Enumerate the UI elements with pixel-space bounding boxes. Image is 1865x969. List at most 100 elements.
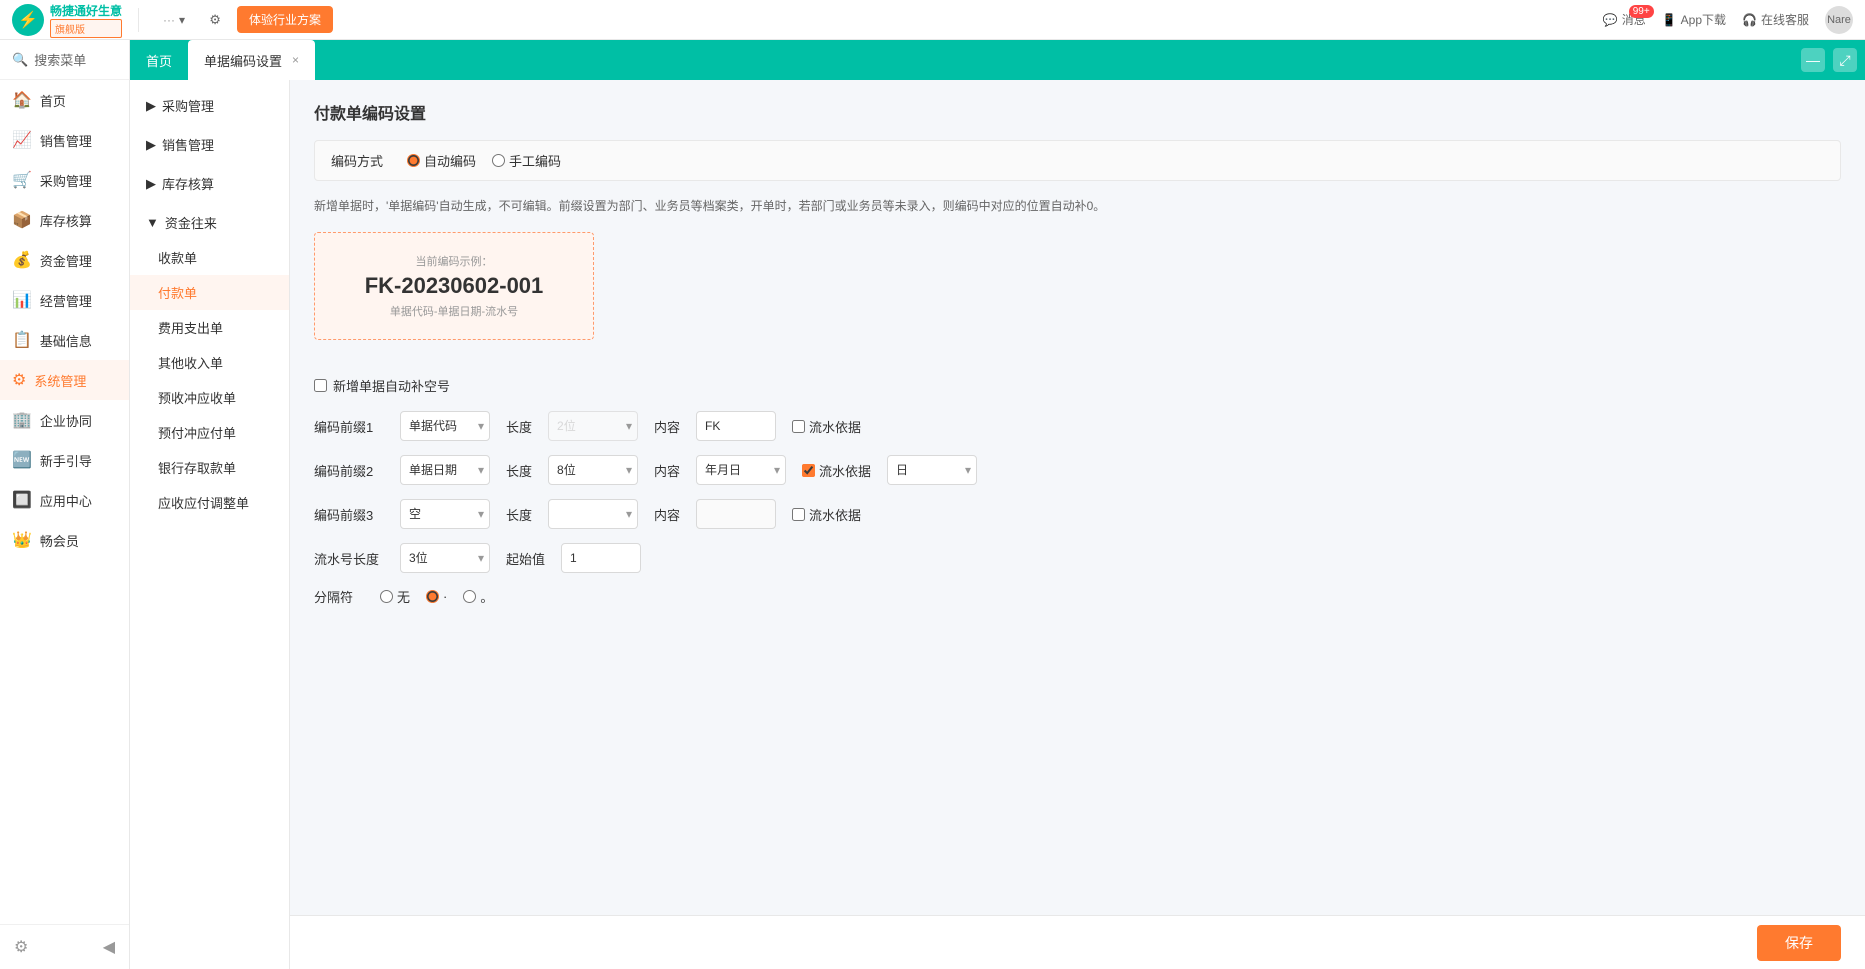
prefix3-serial-label[interactable]: 流水依据 [792,505,861,524]
messages-button[interactable]: 💬 消息 99+ [1603,11,1646,28]
prefix2-row: 编码前缀2 单据代码 单据日期 空 长度 4位 [314,455,1841,485]
sidebar-settings-icon[interactable]: ⚙ [8,933,34,961]
prefix2-select-wrapper[interactable]: 单据代码 单据日期 空 [400,455,490,485]
tab-maximize-button[interactable]: ⤢ [1833,48,1857,72]
sidebar-item-member[interactable]: 👑 畅会员 [0,520,129,560]
auto-encode-option[interactable]: 自动编码 [407,151,476,170]
prefix3-content-input[interactable] [696,499,776,529]
sidebar-collapse-icon[interactable]: ◀ [97,933,121,961]
nav-item-other-income[interactable]: 其他收入单 [130,345,289,380]
prefix2-serial-label[interactable]: 流水依据 [802,461,871,480]
prefix2-content-label: 内容 [654,461,680,480]
sidebar-item-enterprise[interactable]: 🏢 企业协同 [0,400,129,440]
serial-length-label: 流水号长度 [314,549,384,568]
prefix2-content-select-wrapper[interactable]: 年 年月 年月日 [696,455,786,485]
prefix1-serial-checkbox[interactable] [792,420,805,433]
prefix1-length-select-wrapper[interactable]: 2位 4位 6位 8位 [548,411,638,441]
code-preview-value: FK-20230602-001 [335,273,573,299]
sidebar: 🔍 搜索菜单 🏠 首页 📈 销售管理 🛒 采购管理 📦 库存核算 💰 资金管理 … [0,40,130,969]
prefix1-content-input[interactable] [696,411,776,441]
tab-bar-controls: — ⤢ [1801,48,1857,72]
dropdown-text: ··· [163,13,175,27]
sidebar-item-inventory[interactable]: 📦 库存核算 [0,200,129,240]
app-download-button[interactable]: 📱 App下载 [1662,11,1726,28]
settings-button[interactable]: ⚙ [201,6,229,34]
prefix3-content-label: 内容 [654,505,680,524]
prefix3-serial-checkbox[interactable] [792,508,805,521]
prefix2-length-select[interactable]: 4位 6位 8位 [548,455,638,485]
sep-dash-radio[interactable] [426,590,439,603]
download-icon: 📱 [1662,13,1677,27]
online-support-button[interactable]: 🎧 在线客服 [1742,11,1809,28]
serial-length-select[interactable]: 2位 3位 4位 5位 [400,543,490,573]
nav-item-prepay-payable[interactable]: 预付冲应付单 [130,415,289,450]
save-button[interactable]: 保存 [1757,925,1841,961]
tab-minimize-button[interactable]: — [1801,48,1825,72]
system-icon: ⚙ [12,370,26,390]
page-title: 付款单编码设置 [314,100,1841,124]
auto-fill-checkbox[interactable] [314,379,327,392]
sidebar-item-home[interactable]: 🏠 首页 [0,80,129,120]
chevron-down-icon: ▼ [146,215,159,230]
prefix3-select-wrapper[interactable]: 单据代码 单据日期 空 [400,499,490,529]
nav-item-receipt[interactable]: 收款单 [130,240,289,275]
sidebar-item-basic[interactable]: 📋 基础信息 [0,320,129,360]
logo: ⚡ 畅捷通好生意 旗舰版 [12,2,122,38]
prefix2-period-select[interactable]: 年 月 日 [887,455,977,485]
prefix3-length-select[interactable] [548,499,638,529]
nav-group-capital-header[interactable]: ▼ 资金往来 [130,205,289,240]
prefix2-period-select-wrapper[interactable]: 年 月 日 [887,455,977,485]
tab-close-icon[interactable]: × [292,53,299,67]
separator-label: 分隔符 [314,587,364,606]
prefix1-length-select[interactable]: 2位 4位 6位 8位 [548,411,638,441]
trial-button[interactable]: 体验行业方案 [237,6,333,33]
nav-group-inventory-header[interactable]: ▶ 库存核算 [130,166,289,201]
nav-item-prepay-receivable[interactable]: 预收冲应收单 [130,380,289,415]
prefix1-select-wrapper[interactable]: 单据代码 单据日期 空 [400,411,490,441]
member-icon: 👑 [12,530,32,550]
prefix1-serial-label[interactable]: 流水依据 [792,417,861,436]
sidebar-item-system[interactable]: ⚙ 系统管理 [0,360,129,400]
sidebar-item-sales[interactable]: 📈 销售管理 [0,120,129,160]
user-avatar[interactable]: Nare [1825,6,1853,34]
sidebar-item-apps[interactable]: 🔲 应用中心 [0,480,129,520]
nav-group-sales-header[interactable]: ▶ 销售管理 [130,127,289,162]
serial-length-select-wrapper[interactable]: 2位 3位 4位 5位 [400,543,490,573]
auto-encode-radio[interactable] [407,154,420,167]
nav-item-bank-deposit[interactable]: 银行存取款单 [130,450,289,485]
divider [138,8,139,32]
tab-home[interactable]: 首页 [130,40,188,80]
serial-start-input[interactable] [561,543,641,573]
sep-dot-option[interactable]: 。 [463,587,493,606]
prefix2-content-select[interactable]: 年 年月 年月日 [696,455,786,485]
prefix2-length-select-wrapper[interactable]: 4位 6位 8位 [548,455,638,485]
sidebar-item-operations[interactable]: 📊 经营管理 [0,280,129,320]
prefix3-select[interactable]: 单据代码 单据日期 空 [400,499,490,529]
sidebar-item-guide[interactable]: 🆕 新手引导 [0,440,129,480]
guide-icon: 🆕 [12,450,32,470]
search-menu-item[interactable]: 🔍 搜索菜单 [0,40,129,80]
sidebar-item-purchase[interactable]: 🛒 采购管理 [0,160,129,200]
basic-icon: 📋 [12,330,32,350]
nav-dropdown[interactable]: ··· ▾ [155,9,193,31]
tab-encoding-settings[interactable]: 单据编码设置 × [188,40,315,80]
prefix2-serial-checkbox[interactable] [802,464,815,477]
manual-encode-radio[interactable] [492,154,505,167]
enterprise-icon: 🏢 [12,410,32,430]
nav-item-adj[interactable]: 应收应付调整单 [130,485,289,520]
prefix3-length-select-wrapper[interactable] [548,499,638,529]
top-bar-right: 💬 消息 99+ 📱 App下载 🎧 在线客服 Nare [1603,6,1853,34]
nav-group-purchase-header[interactable]: ▶ 采购管理 [130,88,289,123]
prefix1-select[interactable]: 单据代码 单据日期 空 [400,411,490,441]
sep-dash-option[interactable]: · [426,589,447,604]
sep-none-radio[interactable] [380,590,393,603]
manual-encode-option[interactable]: 手工编码 [492,151,561,170]
prefix1-label: 编码前缀1 [314,417,384,436]
sep-none-option[interactable]: 无 [380,587,410,606]
home-icon: 🏠 [12,90,32,110]
sep-dot-radio[interactable] [463,590,476,603]
prefix2-select[interactable]: 单据代码 单据日期 空 [400,455,490,485]
nav-item-payment[interactable]: 付款单 [130,275,289,310]
nav-item-expense[interactable]: 费用支出单 [130,310,289,345]
sidebar-item-finance[interactable]: 💰 资金管理 [0,240,129,280]
